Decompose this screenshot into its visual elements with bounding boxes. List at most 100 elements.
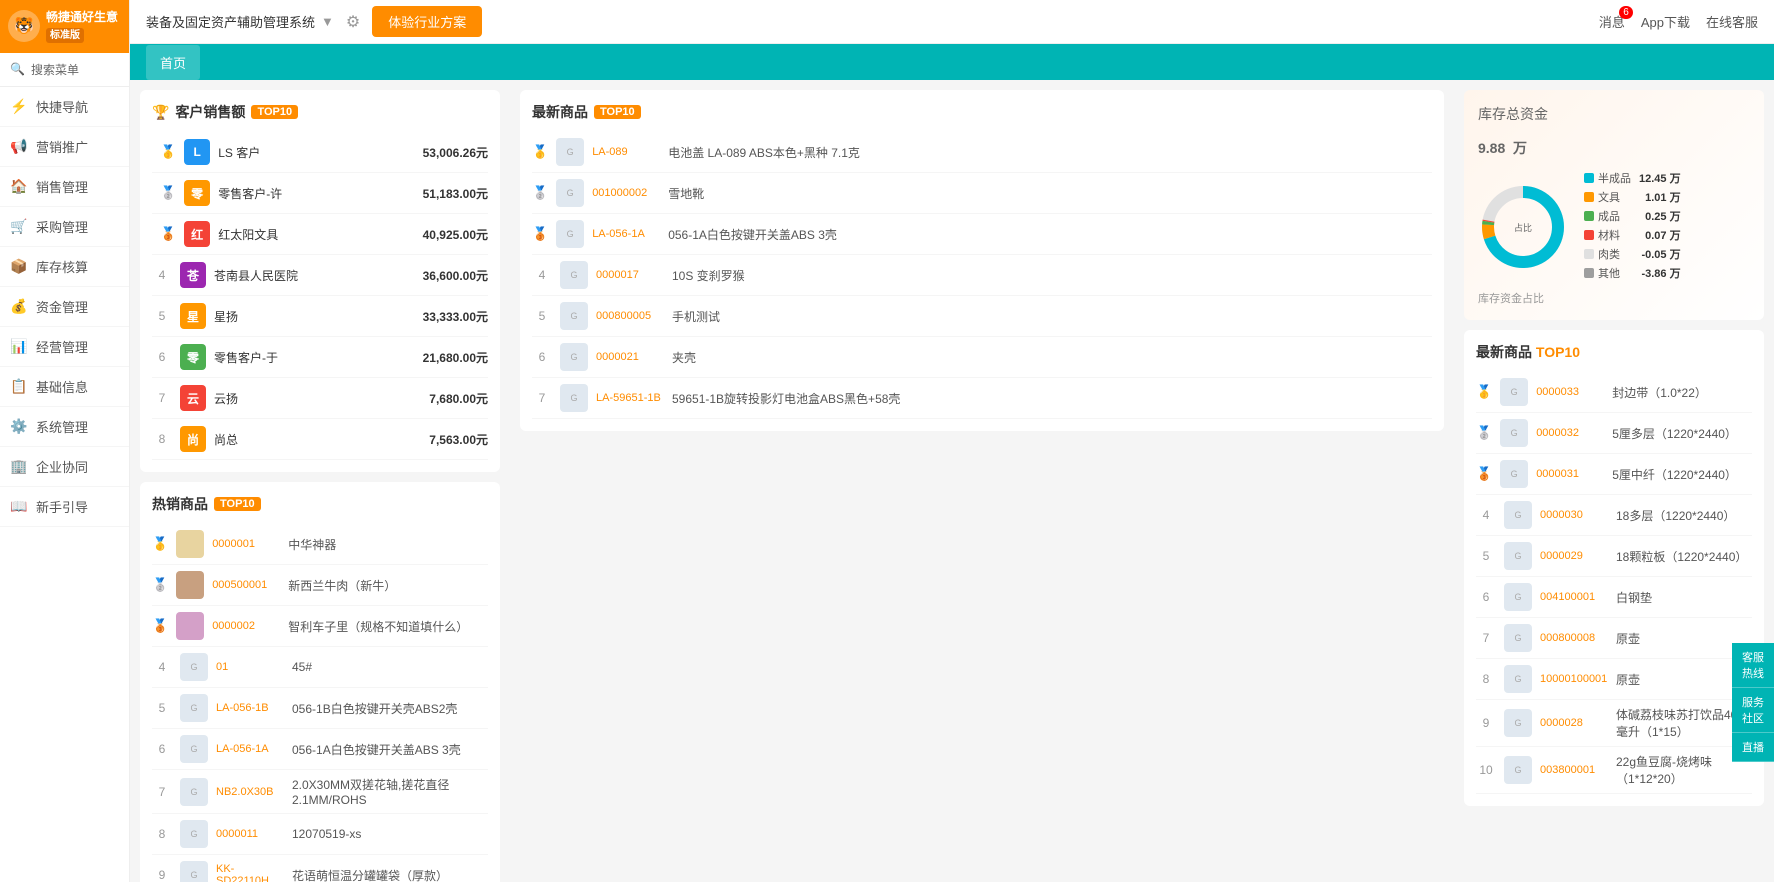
sidebar-item-system[interactable]: ⚙️系统管理 [0, 407, 129, 447]
live-btn[interactable]: 直播 [1732, 733, 1774, 762]
product-code: 0000031 [1536, 468, 1604, 480]
legend-item: 肉类-0.05 万 [1584, 246, 1681, 262]
system-name: 装备及固定资产辅助管理系统 [146, 12, 315, 31]
customer-name: 尚总 [214, 431, 421, 448]
product-name: 12070519-xs [292, 827, 488, 841]
product-name: 电池盖 LA-089 ABS本色+黑种 7.1克 [668, 144, 1432, 161]
chart-label: 库存资金占比 [1478, 290, 1750, 306]
medal-icon: 🥈 [1476, 425, 1492, 441]
service-community-btn[interactable]: 服务社区 [1732, 688, 1774, 733]
dropdown-icon[interactable]: ▼ [321, 14, 334, 29]
legend-value: -0.05 万 [1641, 246, 1680, 262]
customer-avatar: 尚 [180, 426, 206, 452]
new-product-mid-item: 7GLA-59651-1B59651-1B旋转投影灯电池盒ABS黑色+58壳 [532, 378, 1432, 419]
sidebar-label-system: 系统管理 [36, 417, 88, 436]
rank-number: 6 [532, 350, 552, 364]
sidebar-item-guide[interactable]: 📖新手引导 [0, 487, 129, 527]
medal-icon: 🥇 [532, 144, 548, 160]
legend-color [1584, 230, 1594, 240]
inventory-card: 库存总资金 9.88 万 [1464, 90, 1764, 320]
inventory-title: 库存总资金 [1478, 104, 1750, 124]
product-image [176, 530, 204, 558]
product-image-placeholder: G [180, 735, 208, 763]
sidebar-item-operation[interactable]: 📊经营管理 [0, 327, 129, 367]
new-product-mid-item: 🥈G001000002雪地靴 [532, 173, 1432, 214]
sidebar-item-inventory[interactable]: 📦库存核算 [0, 247, 129, 287]
sidebar-item-basic[interactable]: 📋基础信息 [0, 367, 129, 407]
legend-item: 其他-3.86 万 [1584, 265, 1681, 281]
legend-value: 0.25 万 [1645, 208, 1680, 224]
online-service-link[interactable]: 在线客服 [1706, 12, 1758, 31]
new-product-right-item: 6G004100001白钢垫 [1476, 577, 1752, 618]
product-code: 004100001 [1540, 591, 1608, 603]
hot-product-item: 🥈000500001新西兰牛肉（新牛） [152, 565, 488, 606]
gear-icon[interactable]: ⚙ [346, 12, 360, 32]
customer-rank-item: 7 云 云扬 7,680.00元 [152, 378, 488, 419]
sidebar-item-sales[interactable]: 🏠销售管理 [0, 167, 129, 207]
sidebar-label-inventory: 库存核算 [36, 257, 88, 276]
legend-item: 材料0.07 万 [1584, 227, 1681, 243]
new-product-right-item: 7G000800008原壶 [1476, 618, 1752, 659]
new-products-right-title: 最新商品 TOP10 [1476, 342, 1752, 362]
sidebar-label-marketing: 营销推广 [36, 137, 88, 156]
hot-product-item: 6GLA-056-1A056-1A白色按键开关盖ABS 3壳 [152, 729, 488, 770]
tab-home[interactable]: 首页 [146, 45, 200, 80]
customer-list: 🥇 L LS 客户 53,006.26元 🥈 零 零售客户-许 51,183.0… [152, 132, 488, 460]
customer-value: 40,925.00元 [423, 226, 488, 243]
product-name: 雪地靴 [668, 185, 1432, 202]
sidebar-label-operation: 经营管理 [36, 337, 88, 356]
sidebar-item-finance[interactable]: 💰资金管理 [0, 287, 129, 327]
product-code: KK-SD22110H [216, 863, 284, 882]
customer-avatar: 云 [180, 385, 206, 411]
trial-button[interactable]: 体验行业方案 [372, 6, 482, 37]
hot-product-item: 🥉0000002智利车子里（规格不知道填什么） [152, 606, 488, 647]
rank-number: 5 [532, 309, 552, 323]
customer-value: 7,680.00元 [429, 390, 488, 407]
customer-rank-item: 8 尚 尚总 7,563.00元 [152, 419, 488, 460]
quick-icon: ⚡ [10, 97, 28, 115]
search-icon: 🔍 [10, 62, 25, 76]
new-product-mid-item: 6G0000021夹壳 [532, 337, 1432, 378]
customer-name: 红太阳文具 [218, 226, 414, 243]
sidebar-label-sales: 销售管理 [36, 177, 88, 196]
rank-number: 7 [1476, 631, 1496, 645]
legend-label: 文具 [1598, 189, 1637, 205]
legend-item: 半成品12.45 万 [1584, 170, 1681, 186]
customer-rank-item: 🥉 红 红太阳文具 40,925.00元 [152, 214, 488, 255]
message-badge-container[interactable]: 消息 6 [1599, 12, 1625, 31]
product-code: 000500001 [212, 579, 280, 591]
sidebar-item-coop[interactable]: 🏢企业协同 [0, 447, 129, 487]
app-download-link[interactable]: App下载 [1641, 12, 1690, 31]
sidebar-item-quick[interactable]: ⚡快捷导航 [0, 87, 129, 127]
product-image-placeholder: G [1500, 460, 1528, 488]
product-name: 10S 变刹罗猴 [672, 267, 1432, 284]
rank-number: 5 [152, 701, 172, 715]
coop-icon: 🏢 [10, 457, 28, 475]
product-code: 01 [216, 661, 284, 673]
medal-icon: 🥇 [1476, 384, 1492, 400]
hot-product-item: 5GLA-056-1B056-1B白色按键开关壳ABS2壳 [152, 688, 488, 729]
service-hotline-btn[interactable]: 客服热线 [1732, 643, 1774, 688]
product-image-placeholder: G [180, 694, 208, 722]
product-name: 新西兰牛肉（新牛） [288, 577, 488, 594]
sidebar-search[interactable]: 🔍 搜索菜单 [0, 53, 129, 87]
product-image-placeholder: G [1504, 709, 1532, 737]
product-code: 0000030 [1540, 509, 1608, 521]
legend-label: 半成品 [1598, 170, 1631, 186]
new-product-right-item: 4G000003018多层（1220*2440） [1476, 495, 1752, 536]
product-image-placeholder: G [180, 653, 208, 681]
product-image-placeholder: G [1504, 501, 1532, 529]
new-product-mid-item: 🥉GLA-056-1A056-1A白色按键开关盖ABS 3壳 [532, 214, 1432, 255]
product-code: 000800005 [596, 310, 664, 322]
rank-number: 9 [152, 868, 172, 882]
sidebar-item-marketing[interactable]: 📢营销推广 [0, 127, 129, 167]
new-products-mid-title: 最新商品 TOP10 [532, 102, 1432, 122]
sidebar-item-purchase[interactable]: 🛒采购管理 [0, 207, 129, 247]
customer-name: LS 客户 [218, 144, 414, 161]
content: 🏆 客户销售额 TOP10 🥇 L LS 客户 53,006.26元 🥈 零 零… [130, 80, 1774, 882]
message-count: 6 [1619, 6, 1633, 19]
product-image [176, 612, 204, 640]
customer-rank-item: 4 苍 苍南县人民医院 36,600.00元 [152, 255, 488, 296]
customer-avatar: L [184, 139, 210, 165]
inventory-number: 9.88 [1478, 140, 1505, 156]
